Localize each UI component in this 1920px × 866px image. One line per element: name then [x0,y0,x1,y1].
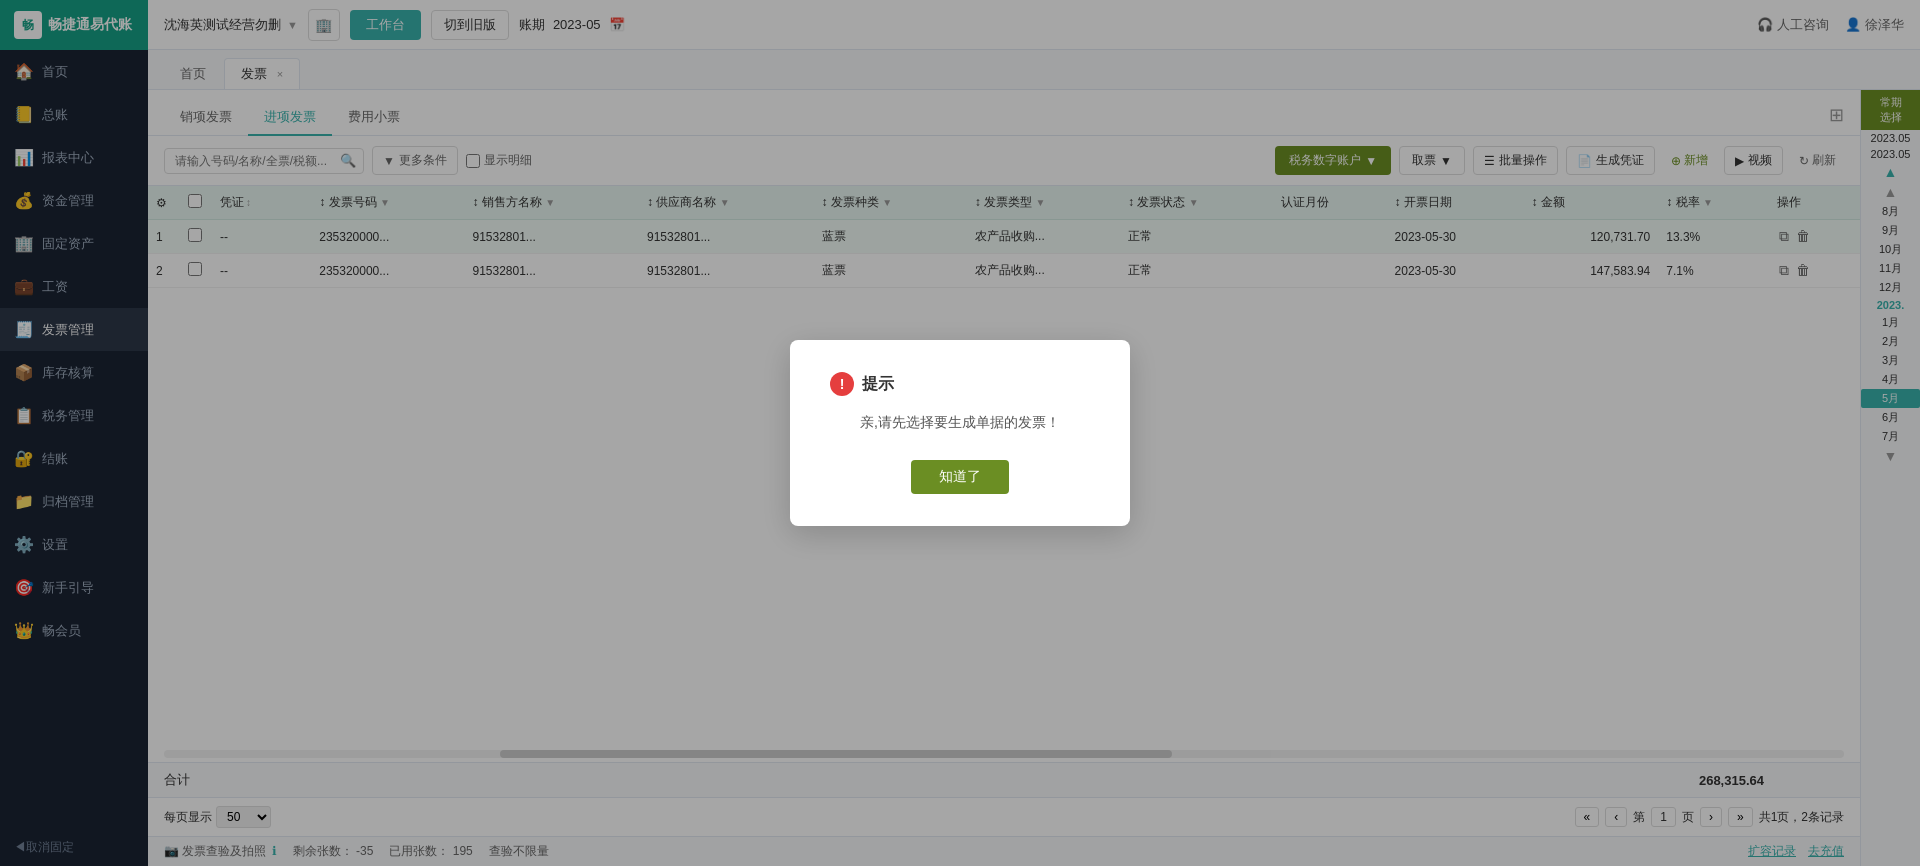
modal-body: 亲,请先选择要生成单据的发票！ [830,414,1090,432]
modal-title-text: 提示 [862,374,894,395]
modal-title-area: ! 提示 [830,372,894,396]
modal-dialog: ! 提示 亲,请先选择要生成单据的发票！ 知道了 [790,340,1130,526]
modal-footer: 知道了 [830,460,1090,494]
modal-message: 亲,请先选择要生成单据的发票！ [860,414,1060,430]
modal-overlay[interactable]: ! 提示 亲,请先选择要生成单据的发票！ 知道了 [0,0,1920,866]
warning-icon: ! [830,372,854,396]
confirm-button[interactable]: 知道了 [911,460,1009,494]
